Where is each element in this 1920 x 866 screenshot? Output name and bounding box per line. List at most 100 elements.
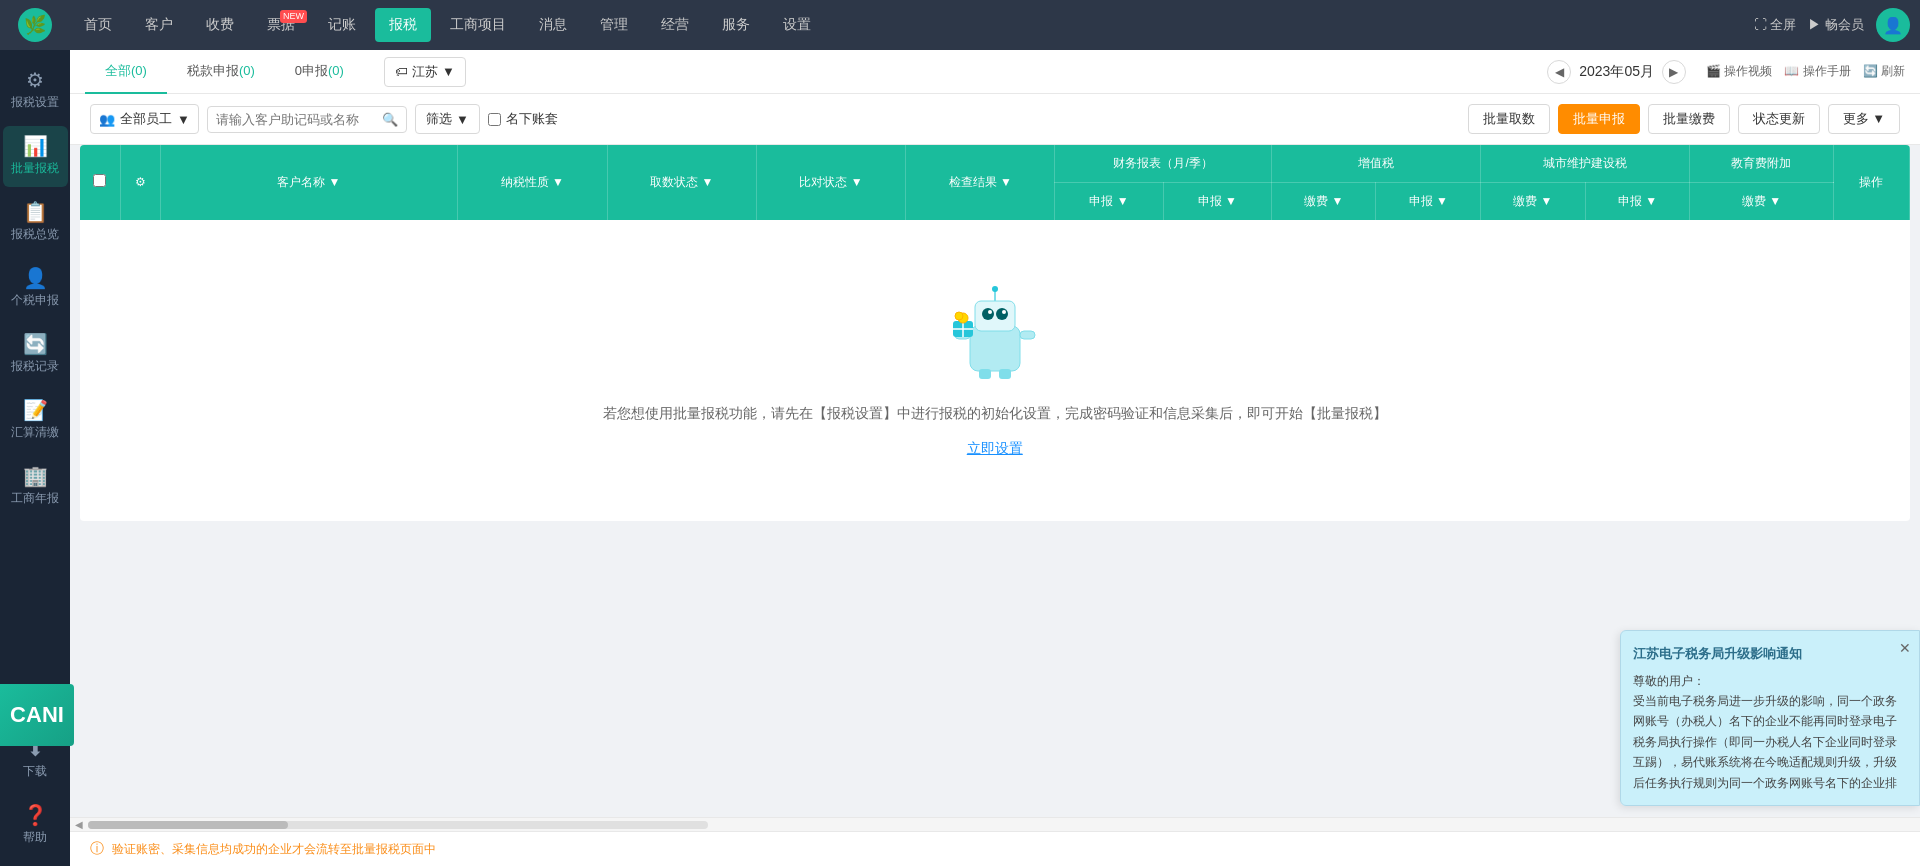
toolbar-right: 批量取数批量申报批量缴费状态更新更多 ▼ — [1468, 104, 1900, 134]
month-navigation: ◀ 2023年05月 ▶ — [1547, 60, 1686, 84]
next-month-btn[interactable]: ▶ — [1662, 60, 1686, 84]
prev-month-btn[interactable]: ◀ — [1547, 60, 1571, 84]
checkbox-label[interactable]: 名下账套 — [488, 110, 558, 128]
tab-count-0: (0) — [131, 63, 147, 78]
th-fetch-status: 取数状态 ▼ — [607, 145, 756, 220]
batch-tax-icon: 📊 — [23, 136, 48, 156]
nav-item-工商项目[interactable]: 工商项目 — [436, 8, 520, 42]
svg-point-14 — [955, 312, 963, 320]
notification-content: 受当前电子税务局进一步升级的影响，同一个政务网账号（办税人）名下的企业不能再同时… — [1633, 691, 1907, 793]
th-education-tax: 教育费附加 — [1690, 145, 1833, 183]
bottom-bar: ⓘ 验证账密、采集信息均成功的企业才会流转至批量报税页面中 — [70, 831, 1920, 866]
nav-item-设置[interactable]: 设置 — [769, 8, 825, 42]
new-badge: NEW — [280, 10, 307, 23]
notification-close-btn[interactable]: ✕ — [1899, 637, 1911, 661]
video-action[interactable]: 🎬 操作视频 — [1706, 63, 1772, 80]
toolbar: 👥 全部员工 ▼ 🔍 筛选 ▼ 名下账套 批量取 — [70, 94, 1920, 145]
nav-item-服务[interactable]: 服务 — [708, 8, 764, 42]
setup-link-text[interactable]: 立即设置 — [967, 440, 1023, 456]
toolbar-btn-3[interactable]: 状态更新 — [1738, 104, 1820, 134]
avatar[interactable]: 👤 — [1876, 8, 1910, 42]
accounts-checkbox[interactable] — [488, 113, 501, 126]
tabs-row: 全部(0)税款申报(0)0申报(0) 🏷 江苏 ▼ ◀ 2023年05月 ▶ 🎬… — [70, 50, 1920, 94]
sidebar-label-tax-overview: 报税总览 — [11, 226, 59, 243]
svg-point-3 — [996, 308, 1008, 320]
toolbar-left: 👥 全部员工 ▼ 🔍 筛选 ▼ 名下账套 — [90, 104, 1458, 134]
toolbar-btn-1[interactable]: 批量申报 — [1558, 104, 1640, 134]
sidebar-item-personal-tax[interactable]: 👤个税申报 — [3, 258, 68, 319]
th-city-pay: 缴费 ▼ — [1481, 183, 1586, 221]
employee-icon: 👥 — [99, 112, 115, 127]
nav-items: 首页客户收费票据NEW记账报税工商项目消息管理经营服务设置 — [70, 8, 1754, 42]
nav-item-记账[interactable]: 记账 — [314, 8, 370, 42]
toolbar-btn-2[interactable]: 批量缴费 — [1648, 104, 1730, 134]
toolbar-btn-4[interactable]: 更多 ▼ — [1828, 104, 1900, 134]
scrollbar-thumb — [88, 821, 288, 829]
svg-rect-9 — [1020, 331, 1035, 339]
employee-label: 全部员工 — [120, 110, 172, 128]
sidebar-item-annual-report[interactable]: 🏢工商年报 — [3, 456, 68, 517]
employee-chevron: ▼ — [177, 112, 190, 127]
toolbar-btn-0[interactable]: 批量取数 — [1468, 104, 1550, 134]
nav-item-客户[interactable]: 客户 — [131, 8, 187, 42]
search-box: 🔍 — [207, 106, 407, 133]
sidebar-item-batch-tax[interactable]: 📊 批量报税 — [3, 126, 68, 187]
sidebar-item-help[interactable]: ❓帮助 — [3, 795, 68, 856]
nav-item-报税[interactable]: 报税 — [375, 8, 431, 42]
notification-panel: ✕ 江苏电子税务局升级影响通知 尊敬的用户： 受当前电子税务局进一步升级的影响，… — [1620, 630, 1920, 806]
th-customer-name: 客户名称 ▼ — [160, 145, 458, 220]
th-city-tax: 城市维护建设税 — [1481, 145, 1690, 183]
settlement-icon: 📝 — [23, 400, 48, 420]
data-table: ⚙ 客户名称 ▼ 纳税性质 ▼ 取数状态 ▼ 比对状态 ▼ 检查结果 ▼ 财务报… — [80, 145, 1910, 521]
sidebar-item-settlement[interactable]: 📝汇算清缴 — [3, 390, 68, 451]
th-checkbox — [80, 145, 120, 220]
setup-link[interactable]: 立即设置 — [967, 436, 1023, 461]
scrollbar-track[interactable] — [88, 821, 708, 829]
tab-count-1: (0) — [239, 63, 255, 78]
employee-select[interactable]: 👥 全部员工 ▼ — [90, 104, 199, 134]
th-financial-declare: 申报 ▼ — [1055, 183, 1163, 221]
logo-icon: 🌿 — [18, 8, 52, 42]
search-input[interactable] — [216, 112, 377, 127]
svg-rect-15 — [979, 369, 991, 379]
info-icon: ⓘ — [90, 840, 104, 858]
refresh-action[interactable]: 🔄 刷新 — [1863, 63, 1905, 80]
tab-1[interactable]: 税款申报(0) — [167, 50, 275, 94]
member-btn[interactable]: ▶ 畅会员 — [1808, 16, 1864, 34]
select-all-checkbox[interactable] — [93, 174, 106, 187]
manual-action[interactable]: 📖 操作手册 — [1784, 63, 1850, 80]
empty-state: 若您想使用批量报税功能，请先在【报税设置】中进行报税的初始化设置，完成密码验证和… — [80, 221, 1910, 521]
sidebar-item-tax-settings[interactable]: ⚙报税设置 — [3, 60, 68, 121]
notification-title: 江苏电子税务局升级影响通知 — [1633, 643, 1907, 665]
tab-2[interactable]: 0申报(0) — [275, 50, 364, 94]
sidebar-label-tax-settings: 报税设置 — [11, 94, 59, 111]
tab-count-2: (0) — [328, 63, 344, 78]
th-financial-report: 财务报表（月/季） — [1055, 145, 1272, 183]
th-operation: 操作 — [1833, 145, 1909, 220]
nav-item-收费[interactable]: 收费 — [192, 8, 248, 42]
empty-message: 若您想使用批量报税功能，请先在【报税设置】中进行报税的初始化设置，完成密码验证和… — [603, 401, 1387, 426]
svg-point-4 — [988, 310, 992, 314]
sidebar-item-tax-overview[interactable]: 📋 报税总览 — [3, 192, 68, 253]
filter-button[interactable]: 筛选 ▼ — [415, 104, 480, 134]
fullscreen-btn[interactable]: ⛶ 全屏 — [1754, 16, 1797, 34]
tax-overview-icon: 📋 — [23, 202, 48, 222]
sidebar-label-personal-tax: 个税申报 — [11, 292, 59, 309]
th-check-result: 检查结果 ▼ — [906, 145, 1055, 220]
sidebar-item-tax-records[interactable]: 🔄报税记录 — [3, 324, 68, 385]
sidebar-label-batch-tax: 批量报税 — [11, 160, 59, 177]
tabs-group: 全部(0)税款申报(0)0申报(0) — [85, 50, 364, 94]
nav-item-消息[interactable]: 消息 — [525, 8, 581, 42]
nav-item-票据[interactable]: 票据NEW — [253, 8, 309, 42]
tab-0[interactable]: 全部(0) — [85, 50, 167, 94]
sidebar-label-annual-report: 工商年报 — [11, 490, 59, 507]
nav-item-首页[interactable]: 首页 — [70, 8, 126, 42]
th-vat: 增值税 — [1271, 145, 1480, 183]
horizontal-scrollbar[interactable]: ◀ — [70, 817, 1920, 831]
nav-item-管理[interactable]: 管理 — [586, 8, 642, 42]
th-city-declare: 申报 ▼ — [1376, 183, 1481, 221]
nav-item-经营[interactable]: 经营 — [647, 8, 703, 42]
tax-records-icon: 🔄 — [23, 334, 48, 354]
province-selector[interactable]: 🏷 江苏 ▼ — [384, 57, 466, 87]
logo[interactable]: 🌿 — [10, 0, 60, 50]
